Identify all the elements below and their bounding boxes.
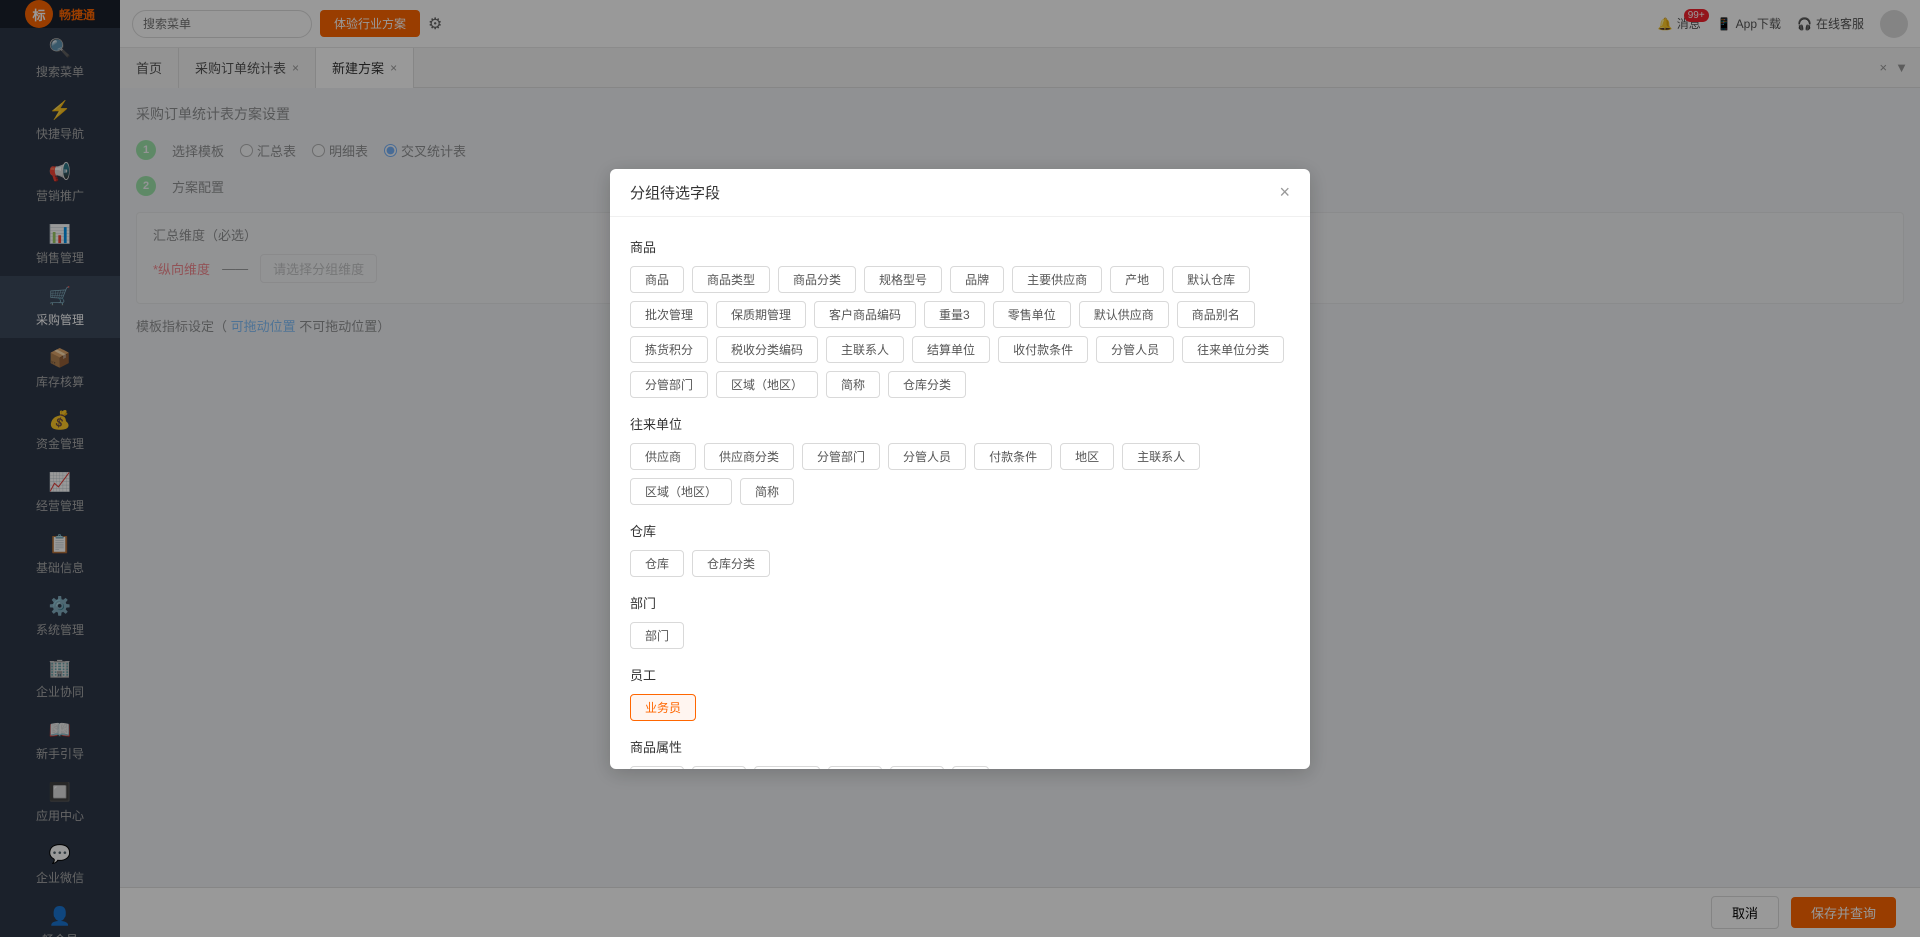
field-tag-goods-alias[interactable]: 商品别名 [1177, 301, 1255, 328]
field-tag-retail-unit[interactable]: 零售单位 [993, 301, 1071, 328]
field-tag-spec-type[interactable]: 规格型号 [864, 266, 942, 293]
field-tag-area-region[interactable]: 区域（地区） [716, 371, 818, 398]
field-tag-one[interactable]: 1 [952, 766, 989, 769]
section-title-partner: 往来单位 [630, 414, 1290, 433]
field-tag-goods[interactable]: 商品 [630, 266, 684, 293]
section-title-goods-attr: 商品属性 [630, 737, 1290, 756]
field-tag-settle-unit[interactable]: 结算单位 [912, 336, 990, 363]
field-tag-supplier-category[interactable]: 供应商分类 [704, 443, 794, 470]
field-tag-supplier[interactable]: 供应商 [630, 443, 696, 470]
section-title-employee: 员工 [630, 665, 1290, 684]
field-tag-area-region2[interactable]: 区域（地区） [630, 478, 732, 505]
field-tag-main-contact[interactable]: 主联系人 [826, 336, 904, 363]
field-tag-manager2[interactable]: 分管人员 [888, 443, 966, 470]
modal-close-button[interactable]: × [1279, 182, 1290, 203]
field-tag-color[interactable]: 颜色 [692, 766, 746, 769]
field-tag-payment-cond[interactable]: 付款条件 [974, 443, 1052, 470]
field-tags-department: 部门 [630, 622, 1290, 649]
modal-overlay[interactable]: 分组待选字段 × 商品商品商品类型商品分类规格型号品牌主要供应商产地默认仓库批次… [0, 0, 1920, 937]
field-tag-warehouse-category[interactable]: 仓库分类 [888, 371, 966, 398]
field-tag-origin[interactable]: 产地 [1110, 266, 1164, 293]
modal-title: 分组待选字段 [630, 182, 720, 203]
field-tag-quality-mgmt[interactable]: 保质期管理 [716, 301, 806, 328]
field-tag-department[interactable]: 部门 [630, 622, 684, 649]
field-tags-goods-attr: 属性 颜色 多规格 尺码 鞋码 1 [630, 766, 1290, 769]
field-tags-partner: 供应商供应商分类分管部门分管人员付款条件地区主联系人区域（地区） 简称 [630, 443, 1290, 505]
field-tag-src-unit-category[interactable]: 往来单位分类 [1182, 336, 1284, 363]
field-tag-dept[interactable]: 分管部门 [802, 443, 880, 470]
field-tag-payment-terms[interactable]: 收付款条件 [998, 336, 1088, 363]
field-tag-brand[interactable]: 品牌 [950, 266, 1004, 293]
field-tag-default-supplier[interactable]: 默认供应商 [1079, 301, 1169, 328]
field-tags-warehouse: 仓库仓库分类 [630, 550, 1290, 577]
field-tag-salesperson[interactable]: 业务员 [630, 694, 696, 721]
field-tag-abbr[interactable]: 简称 [826, 371, 880, 398]
field-tag-pickup-points[interactable]: 拣货积分 [630, 336, 708, 363]
field-tag-area[interactable]: 地区 [1060, 443, 1114, 470]
field-tag-batch-mgmt[interactable]: 批次管理 [630, 301, 708, 328]
field-tag-shoe-size[interactable]: 鞋码 [890, 766, 944, 769]
field-tag-manager[interactable]: 分管人员 [1096, 336, 1174, 363]
field-tag-abbr2[interactable]: 简称 [740, 478, 794, 505]
section-title-warehouse: 仓库 [630, 521, 1290, 540]
field-tag-goods-category[interactable]: 商品分类 [778, 266, 856, 293]
section-title-goods: 商品 [630, 237, 1290, 256]
field-tag-weight3[interactable]: 重量3 [924, 301, 985, 328]
modal: 分组待选字段 × 商品商品商品类型商品分类规格型号品牌主要供应商产地默认仓库批次… [610, 169, 1310, 769]
field-tag-default-warehouse[interactable]: 默认仓库 [1172, 266, 1250, 293]
field-tag-tax-code[interactable]: 税收分类编码 [716, 336, 818, 363]
field-tag-size[interactable]: 尺码 [828, 766, 882, 769]
modal-body: 商品商品商品类型商品分类规格型号品牌主要供应商产地默认仓库批次管理保质期管理客户… [610, 217, 1310, 769]
field-tag-warehouse-cat[interactable]: 仓库分类 [692, 550, 770, 577]
field-tag-warehouse[interactable]: 仓库 [630, 550, 684, 577]
field-tags-goods: 商品商品类型商品分类规格型号品牌主要供应商产地默认仓库批次管理保质期管理客户商品… [630, 266, 1290, 398]
field-tag-goods-type[interactable]: 商品类型 [692, 266, 770, 293]
field-tag-attr[interactable]: 属性 [630, 766, 684, 769]
section-title-department: 部门 [630, 593, 1290, 612]
field-tag-main-contact2[interactable]: 主联系人 [1122, 443, 1200, 470]
field-tag-main-supplier[interactable]: 主要供应商 [1012, 266, 1102, 293]
field-tag-multi-spec[interactable]: 多规格 [754, 766, 820, 769]
field-tag-customer-code[interactable]: 客户商品编码 [814, 301, 916, 328]
field-tags-employee: 业务员 [630, 694, 1290, 721]
modal-header: 分组待选字段 × [610, 169, 1310, 217]
field-tag-manage-dept[interactable]: 分管部门 [630, 371, 708, 398]
